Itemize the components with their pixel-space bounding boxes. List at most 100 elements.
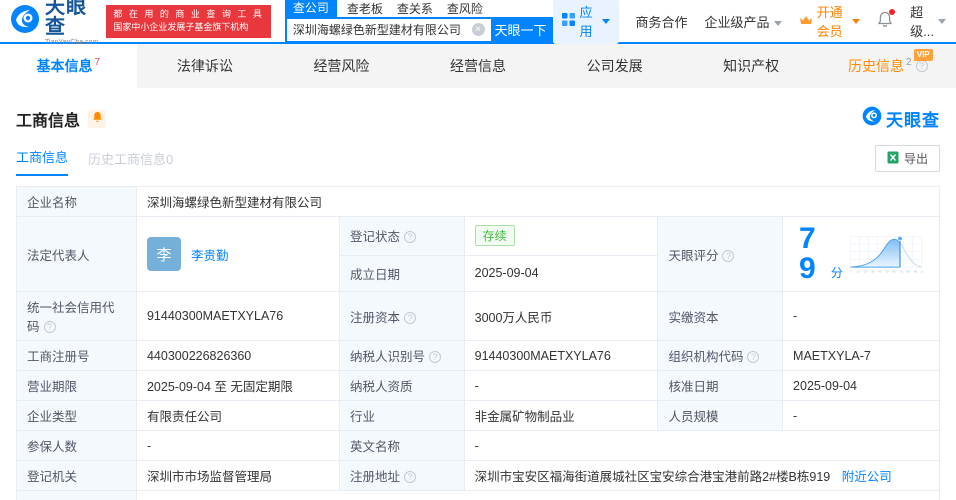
field-label: 人员规模 (657, 400, 784, 431)
tab-operation-risk[interactable]: 经营风险 (273, 44, 410, 88)
field-label: 天眼评分? (657, 216, 784, 292)
legal-representative-cell: 李 李贵勤 (135, 216, 341, 292)
export-button[interactable]: 导出 (874, 145, 940, 172)
table-row: 法定代表人 李 李贵勤 登记状态? 存续 天眼评分? 79 分 0 10 20 … (16, 216, 940, 292)
tab-history-info[interactable]: 历史信息 2 ? VIP (819, 44, 956, 88)
watermark-logo: 天眼查 (862, 106, 940, 131)
field-label: 行业 (339, 400, 465, 431)
field-value: - (135, 430, 341, 461)
notification-dot (889, 9, 896, 15)
field-label: 实缴资本 (657, 291, 784, 341)
registry-authority: 深圳市市场监督管理局 (135, 460, 341, 491)
svg-text:100: 100 (921, 270, 923, 274)
tab-operation-info[interactable]: 经营信息 (410, 44, 547, 88)
score-value: 79 (799, 222, 816, 285)
table-row: 营业期限 2025-09-04 至 无固定期限 纳税人资质 - 核准日期 202… (16, 370, 940, 401)
user-menu[interactable]: 超级... (910, 2, 946, 40)
field-value: 有限责任公司 (135, 400, 341, 431)
field-value: - (463, 430, 941, 461)
field-value: 3000万人民币 (463, 291, 659, 341)
grid-apps-icon (561, 13, 575, 29)
nav-cooperation[interactable]: 商务合作 (636, 12, 688, 31)
field-label: 注册资本? (339, 291, 465, 341)
brand-name: 天眼查 (45, 0, 87, 38)
help-icon[interactable]: ? (429, 351, 442, 363)
field-value: 91440300MAETXYLA76 (135, 291, 341, 341)
svg-text:70: 70 (899, 270, 903, 274)
nearby-companies-link[interactable]: 附近公司 (842, 470, 892, 484)
field-label: 英文名称 (339, 430, 465, 461)
field-value: 2025-09-04 (782, 370, 940, 401)
table-row: 工商注册号 440300226826360 纳税人识别号? 91440300MA… (16, 340, 940, 371)
subscribe-bell-button[interactable] (88, 109, 107, 128)
field-value: - (782, 291, 940, 341)
search-tabs: 查公司 查老板 查关系 查风险 (284, 0, 553, 17)
watermark-text: 天眼查 (886, 111, 940, 130)
field-label: 纳税人资质 (339, 370, 465, 401)
avatar[interactable]: 李 (146, 237, 181, 271)
search-button[interactable]: 天眼一下 (490, 18, 551, 41)
tab-basic-info[interactable]: 基本信息 7 (0, 44, 137, 88)
search-tab-company[interactable]: 查公司 (284, 0, 337, 17)
tab-legal-litigation[interactable]: 法律诉讼 (137, 44, 274, 88)
field-value: - (782, 400, 940, 431)
field-label: 纳税人识别号? (339, 340, 465, 371)
help-icon[interactable]: ? (404, 311, 417, 324)
table-row: 企业名称 深圳海螺绿色新型建材有限公司 (16, 186, 941, 217)
registered-address: 深圳市宝安区福海街道展城社区宝安综合港宝港前路2#楼B栋919 (474, 470, 831, 484)
chevron-down-icon (938, 18, 946, 24)
table-row: 统一社会信用代码? 91440300MAETXYLA76 注册资本? 3000万… (16, 291, 940, 341)
clear-icon[interactable]: × (471, 23, 485, 36)
field-label: 核准日期 (657, 370, 784, 401)
nav-enterprise-products[interactable]: 企业级产品 (705, 12, 782, 31)
company-name: 深圳海螺绿色新型建材有限公司 (135, 186, 941, 217)
chevron-down-icon (852, 18, 861, 24)
svg-text:40: 40 (878, 270, 882, 274)
field-label: 营业期限 (16, 370, 137, 401)
field-label: 参保人数 (16, 430, 137, 461)
notifications-button[interactable] (877, 9, 896, 31)
help-icon[interactable]: ? (915, 60, 928, 72)
chevron-down-icon (601, 18, 610, 24)
top-nav: 应用 商务合作 企业级产品 开通会员 超级... (552, 0, 946, 44)
help-icon[interactable]: ? (747, 351, 760, 363)
help-icon[interactable]: ? (404, 471, 417, 483)
tab-count: 2 (905, 56, 912, 68)
tianyan-score-cell[interactable]: 79 分 0 10 20 30 40 50 60 70 80 90 1 (782, 216, 940, 292)
help-icon[interactable]: ? (404, 231, 417, 244)
excel-icon (887, 151, 899, 167)
subtab-history-business-info[interactable]: 历史工商信息0 (88, 149, 173, 176)
score-chart-ticks: 0 1020304050607080 90100 (850, 270, 923, 274)
search-tab-relation[interactable]: 查关系 (397, 0, 433, 17)
field-label: 经营范围? (16, 490, 137, 500)
brand-slogan: 都 在 用 的 商 业 查 询 工 具 国家中小企业发展子基金旗下机构 (106, 4, 271, 38)
help-icon[interactable]: ? (43, 321, 56, 333)
brand-logo[interactable]: 天眼查 TianYanCha.com (10, 0, 98, 46)
table-row: 经营范围? 水泥制品销售；建筑材料销售；非金属矿及制品销售；建筑装饰材料销售。（… (16, 490, 941, 500)
main-content: 工商信息 天眼查 工商信息 历史工商信息0 导出 企业名称 深圳海螺绿色新型建材… (0, 106, 956, 500)
status-badge: 存续 (474, 225, 515, 247)
company-tabbar: 基本信息 7 法律诉讼 经营风险 经营信息 公司发展 知识产权 历史信息 2 ? V… (0, 44, 956, 88)
tab-intellectual-property[interactable]: 知识产权 (683, 44, 820, 88)
field-value: 91440300MAETXYLA76 (463, 340, 659, 371)
score-unit: 分 (830, 266, 843, 280)
svg-text:60: 60 (892, 270, 896, 274)
section-title: 工商信息 (16, 112, 81, 130)
open-vip-button[interactable]: 开通会员 (799, 2, 861, 40)
search-input[interactable] (286, 18, 472, 41)
svg-text:20: 20 (864, 270, 868, 274)
subtab-business-info[interactable]: 工商信息 (16, 147, 69, 176)
legal-representative-link[interactable]: 李贵勤 (191, 245, 229, 264)
crown-icon (799, 14, 813, 29)
search-tab-boss[interactable]: 查老板 (347, 0, 383, 17)
field-label: 登记机关 (16, 460, 137, 491)
field-value: 2025-09-04 至 无固定期限 (135, 370, 341, 401)
field-label: 工商注册号 (16, 340, 137, 371)
help-icon[interactable]: ? (722, 249, 735, 262)
tab-company-development[interactable]: 公司发展 (546, 44, 683, 88)
svg-text:30: 30 (871, 270, 875, 274)
site-header: 天眼查 TianYanCha.com 都 在 用 的 商 业 查 询 工 具 国… (0, 0, 956, 46)
apps-menu[interactable]: 应用 (552, 0, 619, 44)
chevron-down-icon (773, 20, 782, 26)
search-tab-risk[interactable]: 查风险 (447, 0, 483, 17)
